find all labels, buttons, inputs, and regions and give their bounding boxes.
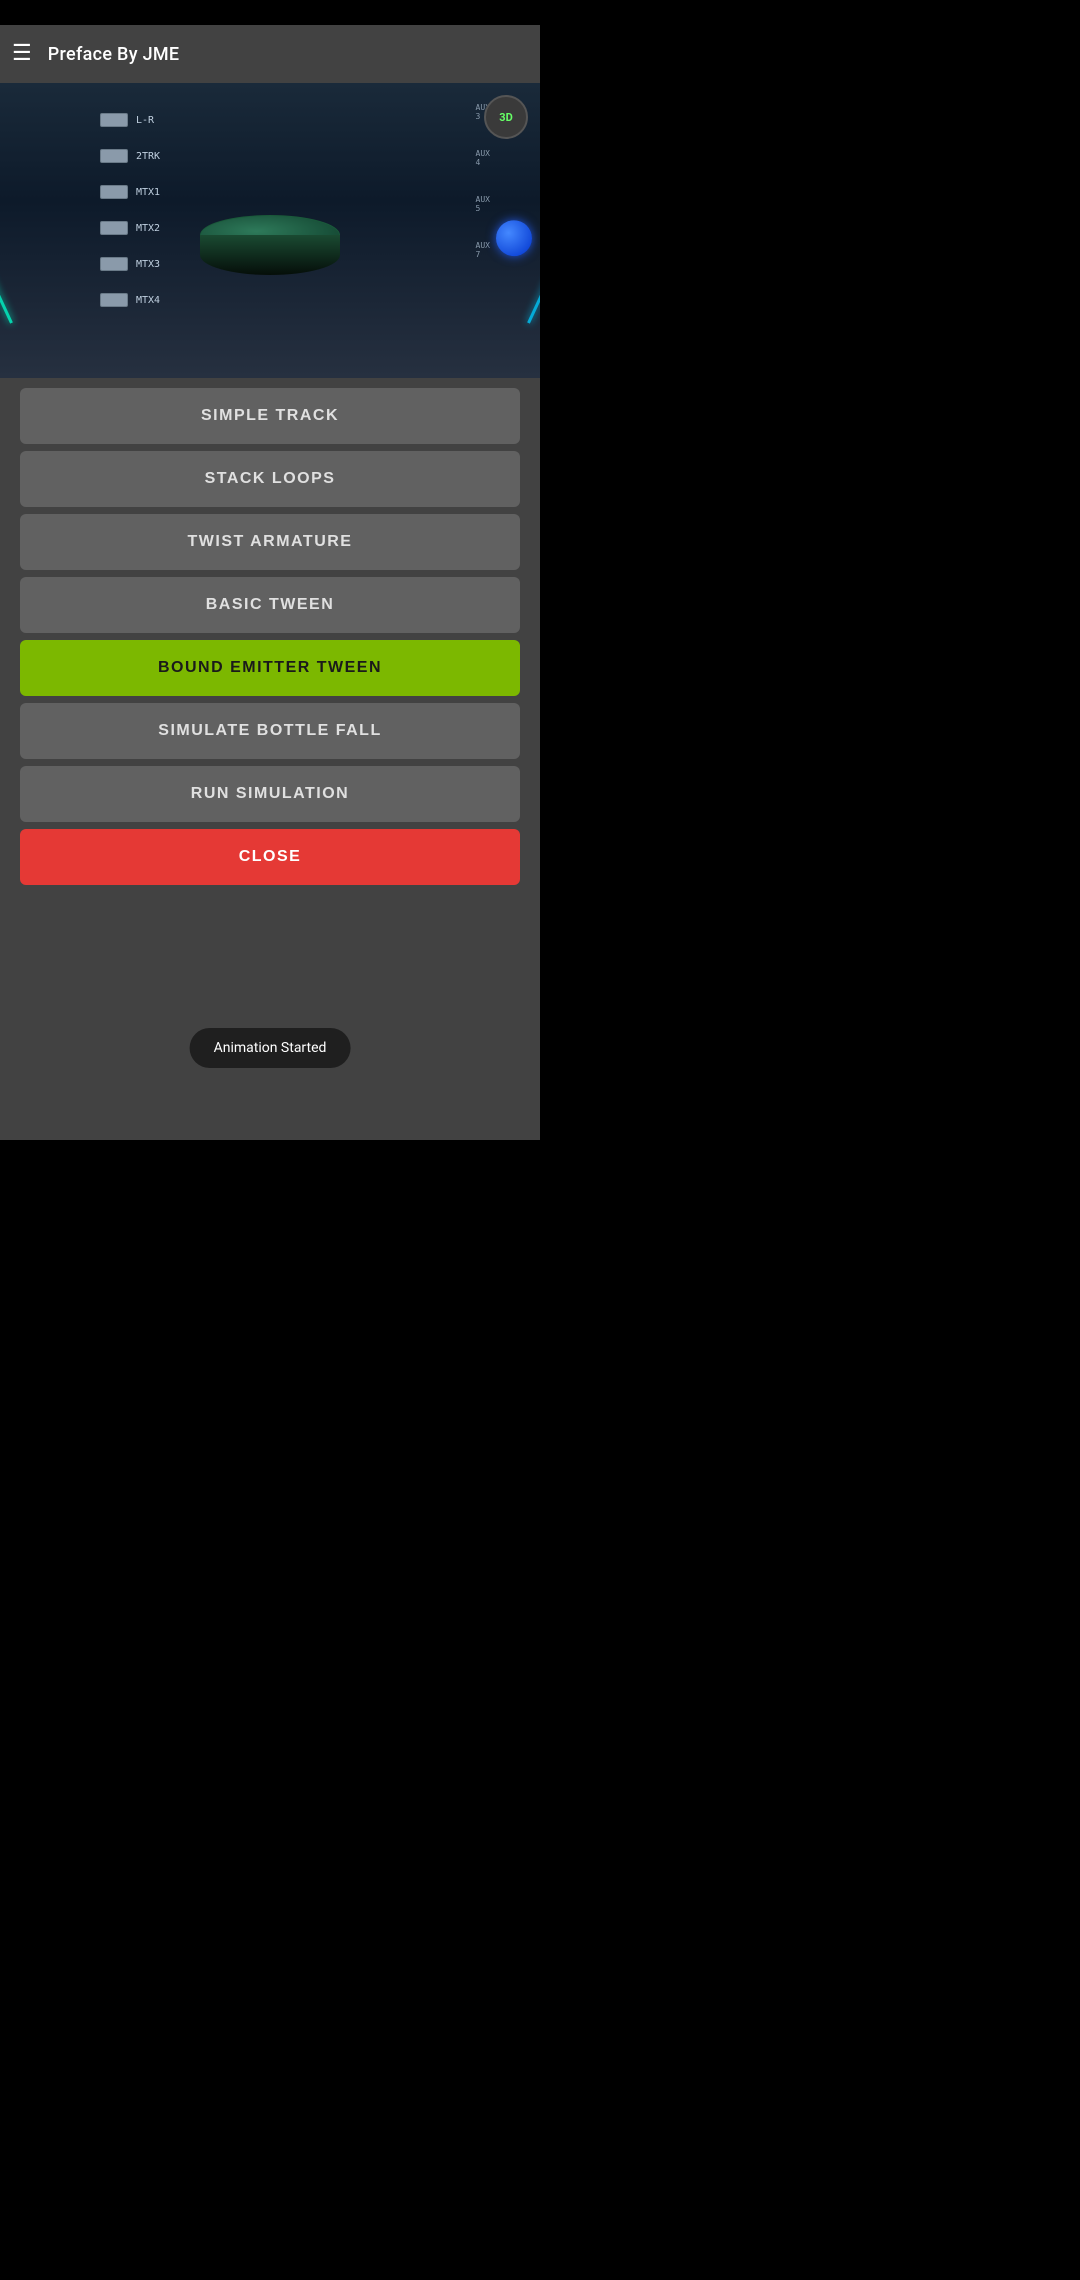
channel-btn-2trk xyxy=(100,149,128,163)
channel-label-mtx3: MTX3 xyxy=(136,259,160,270)
channel-label-mtx4: MTX4 xyxy=(136,295,160,306)
channel-labels: L-R 2TRK MTX1 MTX2 MTX3 MTX4 xyxy=(100,113,160,307)
main-container: AUX3 AUX4 AUX5 AUX7 L-R 2TRK MTX1 MTX2 xyxy=(0,83,540,1140)
toast-notification: Animation Started xyxy=(190,1028,351,1068)
channel-btn-mtx3 xyxy=(100,257,128,271)
channel-btn-mtx2 xyxy=(100,221,128,235)
basic-tween-button[interactable]: BASIC TWEEN xyxy=(20,577,520,633)
badge-3d[interactable]: 3D xyxy=(484,95,528,139)
channel-row-2trk: 2TRK xyxy=(100,149,160,163)
header-title: Preface By JME xyxy=(48,44,180,65)
simulate-bottle-fall-button[interactable]: SIMULATE BOTTLE FALL xyxy=(20,703,520,759)
channel-btn-mtx4 xyxy=(100,293,128,307)
channel-row-mtx3: MTX3 xyxy=(100,257,160,271)
line-left-decoration xyxy=(0,223,13,324)
button-section: SIMPLE TRACK STACK LOOPS TWIST ARMATURE … xyxy=(0,378,540,1140)
bound-emitter-tween-button[interactable]: BOUND EMITTER TWEEN xyxy=(20,640,520,696)
aux-label-5: AUX5 xyxy=(476,195,490,213)
channel-label-2trk: 2TRK xyxy=(136,151,160,162)
close-button[interactable]: CLOSE xyxy=(20,829,520,885)
cylinder-3d-object xyxy=(200,215,340,275)
run-simulation-button[interactable]: RUN SIMULATION xyxy=(20,766,520,822)
channel-row-mtx1: MTX1 xyxy=(100,185,160,199)
channel-row-mtx2: MTX2 xyxy=(100,221,160,235)
hamburger-icon[interactable]: ☰ xyxy=(12,43,32,65)
channel-label-mtx1: MTX1 xyxy=(136,187,160,198)
app-header: ☰ Preface By JME xyxy=(0,25,540,83)
channel-btn-mtx1 xyxy=(100,185,128,199)
twist-armature-button[interactable]: TWIST ARMATURE xyxy=(20,514,520,570)
cylinder-body xyxy=(200,235,340,275)
blue-knob xyxy=(496,220,532,256)
simple-track-button[interactable]: SIMPLE TRACK xyxy=(20,388,520,444)
aux-label-4: AUX4 xyxy=(476,149,490,167)
channel-row-lr: L-R xyxy=(100,113,160,127)
status-bar xyxy=(0,0,540,25)
stack-loops-button[interactable]: STACK LOOPS xyxy=(20,451,520,507)
channel-label-lr: L-R xyxy=(136,115,154,126)
channel-label-mtx2: MTX2 xyxy=(136,223,160,234)
channel-btn-lr xyxy=(100,113,128,127)
view-3d[interactable]: AUX3 AUX4 AUX5 AUX7 L-R 2TRK MTX1 MTX2 xyxy=(0,83,540,378)
aux-label-7: AUX7 xyxy=(476,241,490,259)
channel-row-mtx4: MTX4 xyxy=(100,293,160,307)
